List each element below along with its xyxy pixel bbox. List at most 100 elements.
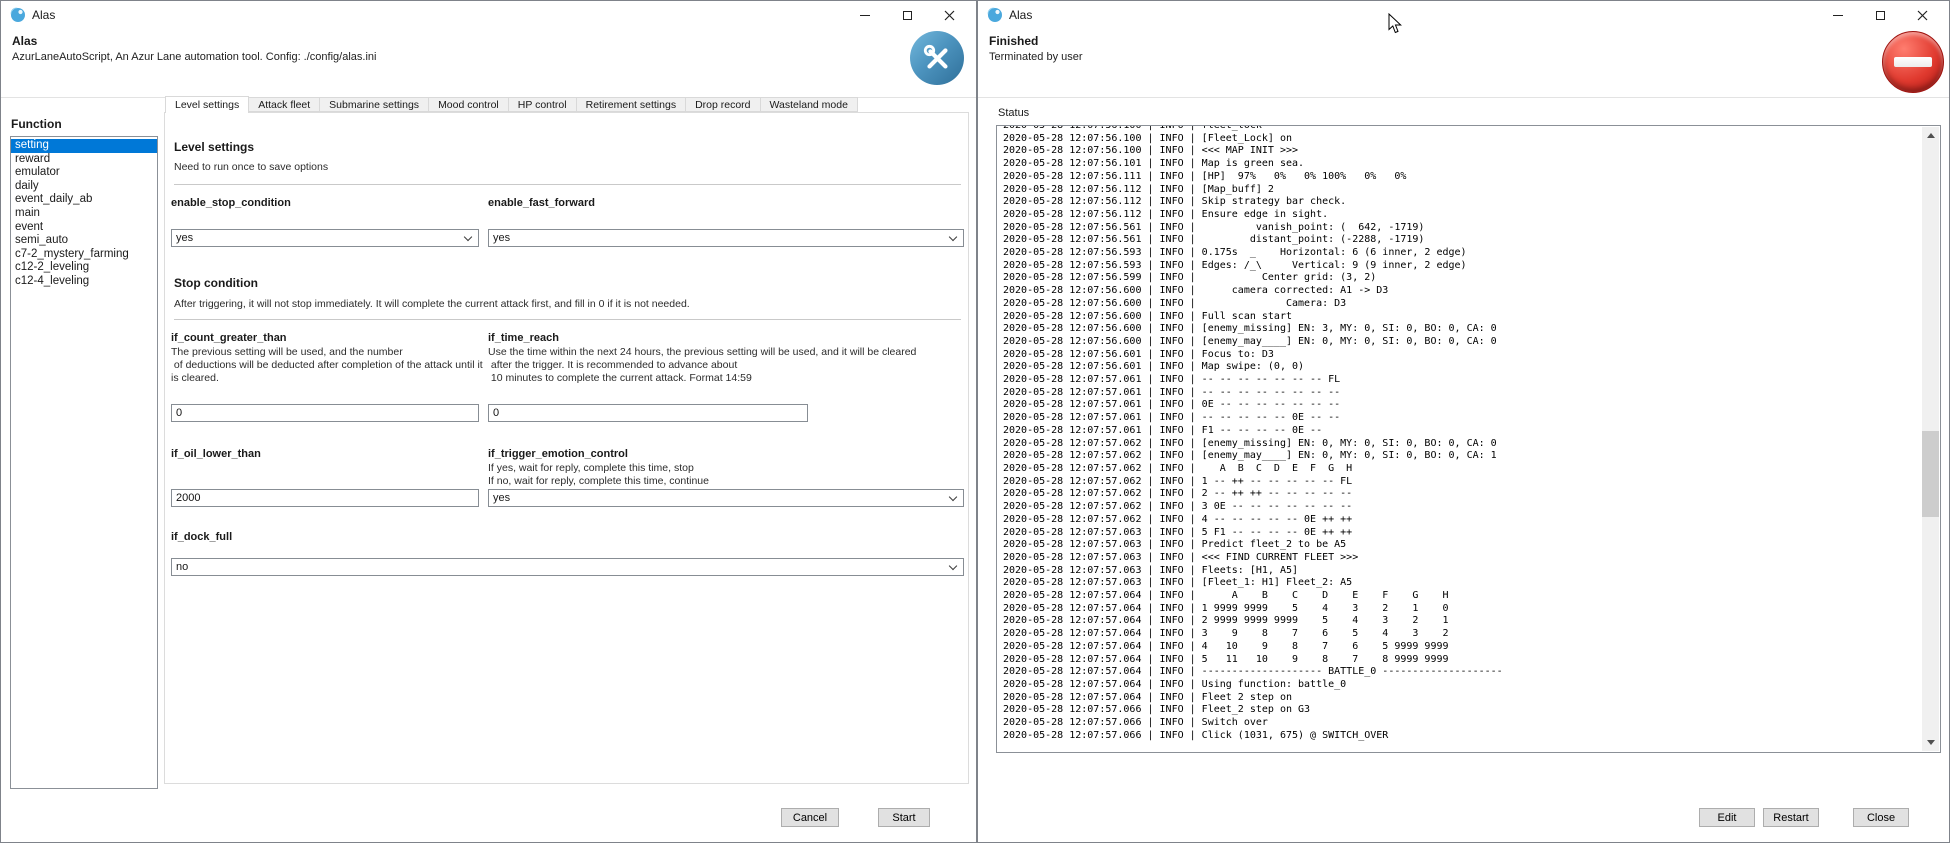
log-line: 2020-05-28 12:07:57.062 | INFO | [enemy_… <box>1003 450 1920 463</box>
tab[interactable]: Submarine settings <box>319 97 429 112</box>
if-oil-lower-than-input[interactable] <box>171 489 479 507</box>
log-line: 2020-05-28 12:07:57.062 | INFO | [enemy_… <box>1003 438 1920 451</box>
if-time-reach-label: if_time_reach <box>488 332 559 344</box>
log-line: 2020-05-28 12:07:57.062 | INFO | 4 -- --… <box>1003 514 1920 527</box>
function-list-item[interactable]: event <box>11 221 157 235</box>
tools-icon <box>910 31 964 85</box>
status-title: Finished <box>989 34 1038 48</box>
function-list-item[interactable]: emulator <box>11 166 157 180</box>
log-line: 2020-05-28 12:07:56.600 | INFO | [enemy_… <box>1003 323 1920 336</box>
log-line: 2020-05-28 12:07:56.100 | INFO | [Fleet_… <box>1003 133 1920 146</box>
window-title: Alas <box>1009 8 1032 22</box>
if-count-greater-than-input[interactable] <box>171 404 479 422</box>
close-button[interactable] <box>928 1 970 29</box>
tab[interactable]: HP control <box>508 97 577 112</box>
log-line: 2020-05-28 12:07:56.600 | INFO | camera … <box>1003 285 1920 298</box>
tab[interactable]: Attack fleet <box>248 97 320 112</box>
no-entry-icon <box>1882 31 1944 93</box>
page-subtitle: AzurLaneAutoScript, An Azur Lane automat… <box>12 51 376 63</box>
function-list-item[interactable]: c7-2_mystery_farming <box>11 248 157 262</box>
scroll-up-icon[interactable] <box>1922 127 1939 144</box>
close-dialog-button[interactable]: Close <box>1853 808 1909 827</box>
log-output[interactable]: 2020-05-28 12:07:56.100 | INFO | fleet_l… <box>996 125 1941 753</box>
close-icon <box>1917 10 1928 21</box>
if-dock-full-dropdown[interactable]: no <box>171 558 964 576</box>
if-count-greater-than-help: The previous setting will be used, and t… <box>171 346 483 385</box>
minimize-button[interactable] <box>844 1 886 29</box>
enable-stop-condition-label: enable_stop_condition <box>171 197 291 209</box>
settings-window: Alas Alas AzurLaneAutoScript, An Azur La… <box>0 0 977 843</box>
log-line: 2020-05-28 12:07:57.064 | INFO | 4 10 9 … <box>1003 641 1920 654</box>
settings-tabs: Level settingsAttack fleetSubmarine sett… <box>165 96 857 113</box>
restart-button[interactable]: Restart <box>1763 808 1819 827</box>
if-oil-lower-than-label: if_oil_lower_than <box>171 448 261 460</box>
log-line: 2020-05-28 12:07:56.600 | INFO | Full sc… <box>1003 311 1920 324</box>
function-list-item[interactable]: semi_auto <box>11 234 157 248</box>
if-trigger-emotion-control-dropdown[interactable]: yes <box>488 489 964 507</box>
log-line: 2020-05-28 12:07:57.061 | INFO | 0E -- -… <box>1003 399 1920 412</box>
log-line: 2020-05-28 12:07:57.062 | INFO | 1 -- ++… <box>1003 476 1920 489</box>
maximize-button[interactable] <box>886 1 928 29</box>
log-line: 2020-05-28 12:07:56.593 | INFO | Edges: … <box>1003 260 1920 273</box>
log-line: 2020-05-28 12:07:56.601 | INFO | Focus t… <box>1003 349 1920 362</box>
tab[interactable]: Drop record <box>685 97 760 112</box>
app-icon <box>987 7 1003 23</box>
log-line: 2020-05-28 12:07:56.593 | INFO | 0.175s … <box>1003 247 1920 260</box>
log-line: 2020-05-28 12:07:56.601 | INFO | Map swi… <box>1003 361 1920 374</box>
divider <box>174 319 961 320</box>
log-line: 2020-05-28 12:07:56.100 | INFO | fleet_l… <box>1003 125 1920 133</box>
log-line: 2020-05-28 12:07:57.062 | INFO | 3 0E --… <box>1003 501 1920 514</box>
if-time-reach-help: Use the time within the next 24 hours, t… <box>488 346 960 385</box>
enable-fast-forward-label: enable_fast_forward <box>488 197 595 209</box>
scrollbar[interactable] <box>1922 127 1939 751</box>
status-subtitle: Terminated by user <box>989 51 1083 63</box>
tab[interactable]: Retirement settings <box>576 97 686 112</box>
log-line: 2020-05-28 12:07:57.064 | INFO | 1 9999 … <box>1003 603 1920 616</box>
log-line: 2020-05-28 12:07:57.064 | INFO | 5 11 10… <box>1003 654 1920 667</box>
dropdown-value: yes <box>176 232 193 244</box>
log-line: 2020-05-28 12:07:56.100 | INFO | <<< MAP… <box>1003 145 1920 158</box>
scroll-down-icon[interactable] <box>1922 734 1939 751</box>
close-icon <box>944 10 955 21</box>
maximize-icon <box>903 11 912 20</box>
log-line: 2020-05-28 12:07:57.062 | INFO | 2 -- ++… <box>1003 488 1920 501</box>
log-line: 2020-05-28 12:07:56.112 | INFO | Ensure … <box>1003 209 1920 222</box>
status-label: Status <box>998 107 1029 119</box>
chevron-down-icon <box>949 492 957 500</box>
scrollbar-thumb[interactable] <box>1922 431 1939 517</box>
close-button[interactable] <box>1901 1 1943 29</box>
enable-fast-forward-dropdown[interactable]: yes <box>488 229 964 247</box>
function-list-item[interactable]: reward <box>11 153 157 167</box>
function-list-item[interactable]: main <box>11 207 157 221</box>
section-heading-stop-condition: Stop condition <box>174 276 258 290</box>
log-line: 2020-05-28 12:07:57.064 | INFO | -------… <box>1003 666 1920 679</box>
log-line: 2020-05-28 12:07:56.112 | INFO | Skip st… <box>1003 196 1920 209</box>
if-time-reach-input[interactable] <box>488 404 808 422</box>
log-line: 2020-05-28 12:07:57.061 | INFO | -- -- -… <box>1003 387 1920 400</box>
function-list-item[interactable]: c12-2_leveling <box>11 261 157 275</box>
chevron-down-icon <box>949 561 957 569</box>
minimize-button[interactable] <box>1817 1 1859 29</box>
function-list-item[interactable]: setting <box>11 139 157 153</box>
edit-button[interactable]: Edit <box>1699 808 1755 827</box>
tab[interactable]: Mood control <box>428 97 509 112</box>
log-line: 2020-05-28 12:07:56.111 | INFO | [HP] 97… <box>1003 171 1920 184</box>
titlebar: Alas <box>1 1 976 29</box>
log-line: 2020-05-28 12:07:57.062 | INFO | A B C D… <box>1003 463 1920 476</box>
log-line: 2020-05-28 12:07:57.064 | INFO | A B C D… <box>1003 590 1920 603</box>
maximize-button[interactable] <box>1859 1 1901 29</box>
dropdown-value: yes <box>493 232 510 244</box>
tab[interactable]: Wasteland mode <box>760 97 858 112</box>
maximize-icon <box>1876 11 1885 20</box>
tab[interactable]: Level settings <box>165 96 249 113</box>
if-count-greater-than-label: if_count_greater_than <box>171 332 287 344</box>
log-line: 2020-05-28 12:07:57.064 | INFO | Using f… <box>1003 679 1920 692</box>
cancel-button[interactable]: Cancel <box>781 808 839 827</box>
start-button[interactable]: Start <box>878 808 930 827</box>
function-list-item[interactable]: c12-4_leveling <box>11 275 157 289</box>
function-list-item[interactable]: event_daily_ab <box>11 193 157 207</box>
section-subtitle: Need to run once to save options <box>174 161 328 173</box>
function-list-item[interactable]: daily <box>11 180 157 194</box>
enable-stop-condition-dropdown[interactable]: yes <box>171 229 479 247</box>
log-window: Alas Finished Terminated by user Status … <box>977 0 1950 843</box>
